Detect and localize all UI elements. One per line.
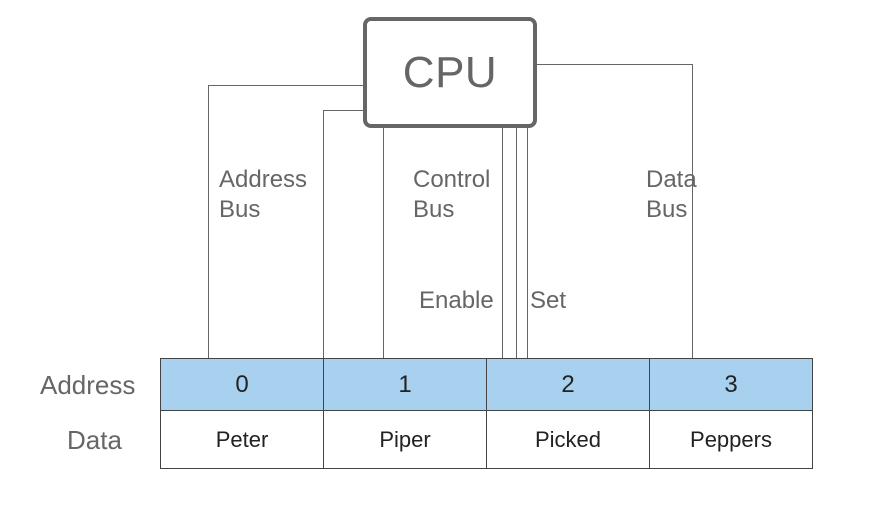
memory-address-cell: 1 — [324, 359, 487, 411]
control-bus-label: Control Bus — [413, 165, 490, 225]
data-bus-label: Data Bus — [646, 165, 697, 225]
control-bus-enable-wire — [323, 110, 503, 359]
data-row-label: Data — [67, 425, 122, 456]
memory-data-cell: Peppers — [650, 411, 813, 469]
memory-address-cell: 3 — [650, 359, 813, 411]
memory-address-value: 3 — [724, 371, 737, 399]
enable-signal-label: Enable — [419, 289, 494, 313]
memory-address-cell: 0 — [161, 359, 324, 411]
address-bus-label: Address Bus — [219, 165, 307, 225]
address-row-label: Address — [40, 370, 135, 401]
memory-data-value: Peter — [216, 427, 269, 453]
memory-data-value: Piper — [379, 427, 430, 453]
memory-table: 0 1 2 3 Peter Piper Picked Peppers — [160, 358, 813, 469]
cpu-box: CPU — [363, 17, 537, 128]
memory-data-value: Picked — [535, 427, 601, 453]
memory-address-value: 2 — [561, 371, 574, 399]
memory-data-cell: Peter — [161, 411, 324, 469]
memory-address-value: 0 — [235, 371, 248, 399]
memory-address-row: 0 1 2 3 — [161, 359, 813, 411]
memory-address-value: 1 — [398, 371, 411, 399]
cpu-label: CPU — [403, 48, 497, 98]
control-bus-set-wire — [516, 124, 528, 359]
memory-address-cell: 2 — [487, 359, 650, 411]
memory-data-cell: Piper — [324, 411, 487, 469]
memory-data-value: Peppers — [690, 427, 772, 453]
set-signal-label: Set — [530, 289, 566, 313]
memory-data-cell: Picked — [487, 411, 650, 469]
memory-data-row: Peter Piper Picked Peppers — [161, 411, 813, 469]
